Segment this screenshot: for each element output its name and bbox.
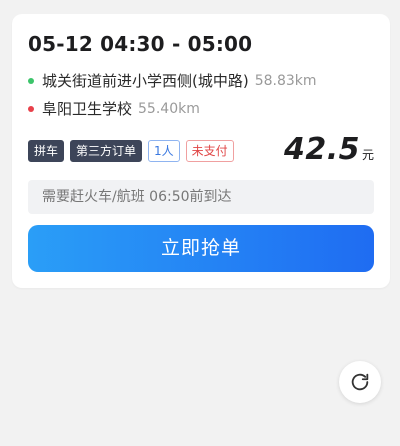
tag-carpool: 拼车 [28,140,65,162]
order-card[interactable]: 05-12 04:30 - 05:00 城关街道前进小学西侧(城中路) 58.8… [12,14,390,288]
order-note: 需要赶火车/航班 06:50前到达 [28,180,374,214]
price-unit: 元 [361,148,374,162]
dropoff-dot-icon [28,105,34,112]
grab-order-button[interactable]: 立即抢单 [28,225,374,272]
dropoff-address-row: 阜阳卫生学校 55.40km [28,98,200,119]
order-tags: 拼车 第三方订单 1人 未支付 [28,140,240,162]
order-time-range: 05-12 04:30 - 05:00 [28,32,253,56]
tag-unpaid: 未支付 [185,140,234,162]
refresh-button[interactable] [339,361,381,403]
dropoff-distance: 55.40km [138,100,200,117]
pickup-distance: 58.83km [254,72,317,89]
tag-third-party: 第三方订单 [70,140,143,162]
page: 05-12 04:30 - 05:00 城关街道前进小学西侧(城中路) 58.8… [0,0,400,446]
tag-passenger-count: 1人 [148,140,180,162]
pickup-dot-icon [28,77,34,84]
refresh-icon [351,373,369,391]
price-value: 42.5 [283,132,360,167]
dropoff-address: 阜阳卫生学校 [42,100,133,118]
order-price: 42.5 元 [284,132,374,167]
pickup-address: 城关街道前进小学西侧(城中路) [42,72,249,90]
pickup-address-row: 城关街道前进小学西侧(城中路) 58.83km [28,70,317,91]
